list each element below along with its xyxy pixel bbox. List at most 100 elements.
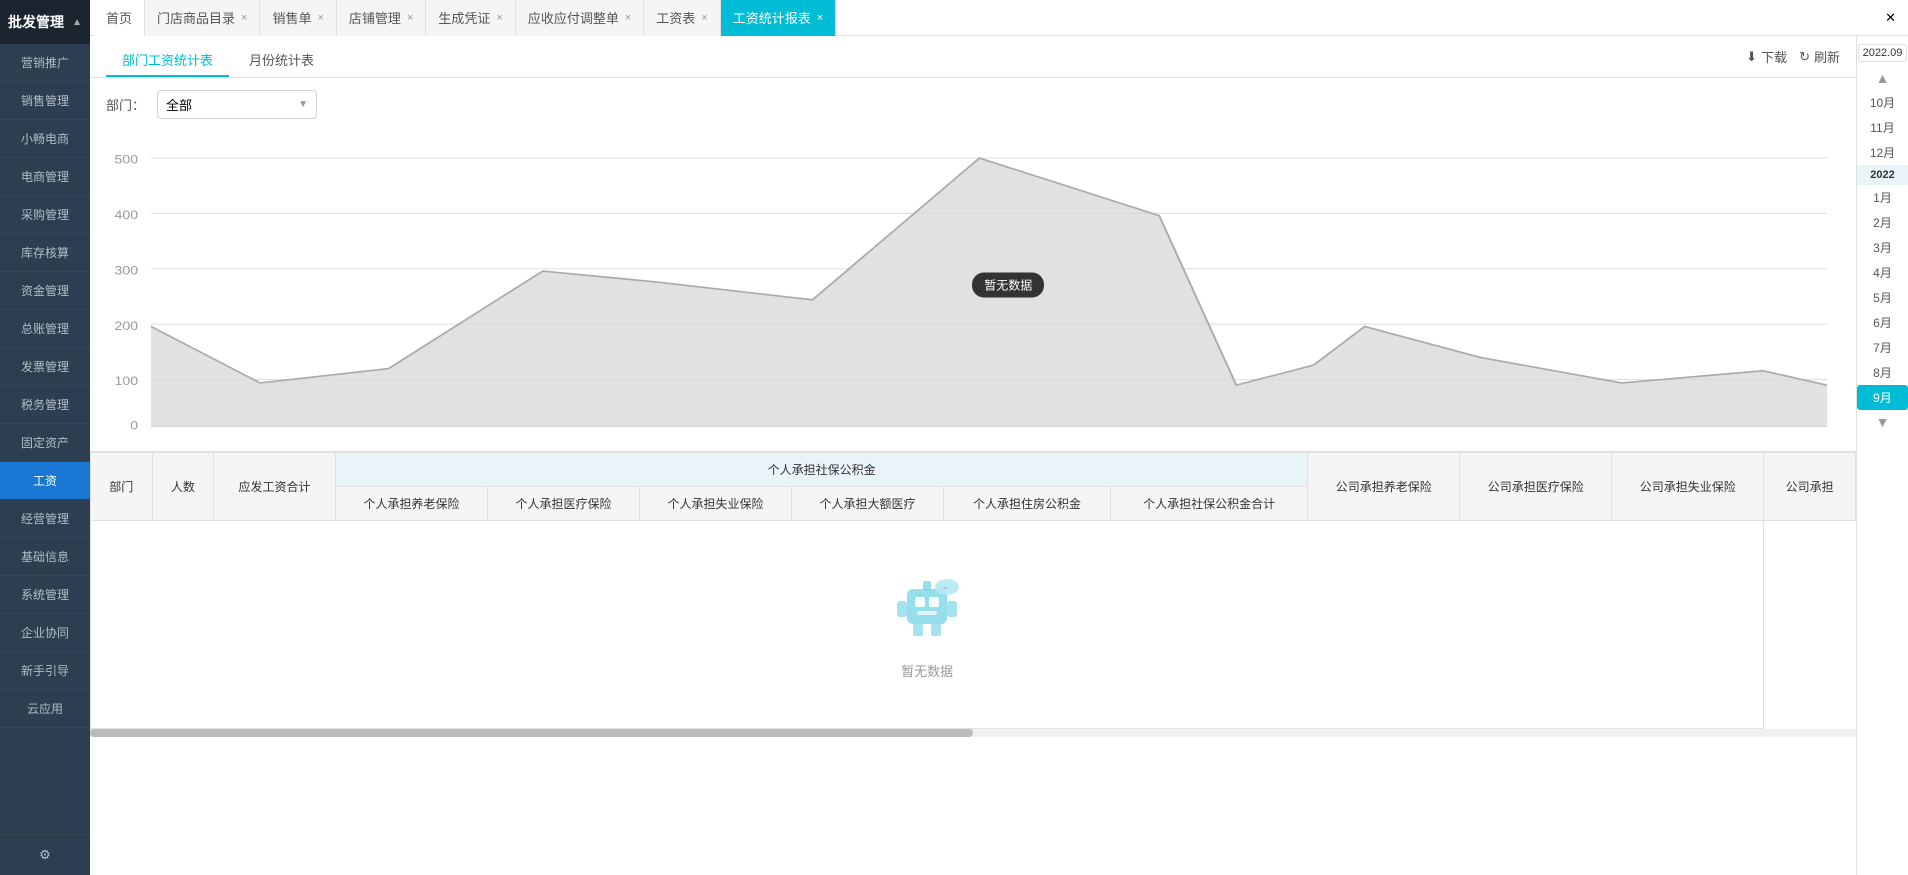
col-personal-housing: 个人承担住房公积金 [943, 487, 1110, 521]
tab-department-stats[interactable]: 部门工资统计表 [106, 44, 229, 77]
time-panel: 2022.09 ▲ 10月 11月 12月 2022 1月 2月 3月 4月 5… [1856, 36, 1908, 875]
col-company-other: 公司承担 [1764, 453, 1856, 521]
tab-close-5[interactable]: × [625, 12, 631, 24]
col-company-medical: 公司承担医疗保险 [1460, 453, 1612, 521]
sidebar-item-基础信息[interactable]: 基础信息 [0, 538, 90, 576]
refresh-icon: ↻ [1799, 49, 1810, 65]
sidebar-header[interactable]: 批发管理 ▲ [0, 0, 90, 44]
time-panel-up-btn[interactable]: ▲ [1871, 66, 1895, 90]
chart-no-data-tooltip: 暂无数据 [972, 272, 1044, 297]
sidebar-item-企业协同[interactable]: 企业协同 [0, 614, 90, 652]
sidebar-title: 批发管理 [8, 12, 64, 32]
sidebar-item-库存核算[interactable]: 库存核算 [0, 234, 90, 272]
main-area: 首页门店商品目录×销售单×店铺管理×生成凭证×应收应付调整单×工资表×工资统计报… [90, 0, 1908, 875]
tab-5[interactable]: 应收应付调整单× [516, 0, 644, 36]
tab-close-3[interactable]: × [407, 12, 413, 24]
svg-text:100: 100 [115, 374, 139, 388]
sidebar-item-云应用[interactable]: 云应用 [0, 690, 90, 728]
filter-row: 部门： 全部 ▼ [90, 78, 1856, 131]
year-2022-label[interactable]: 2022 [1857, 165, 1908, 185]
month-item-oct[interactable]: 10月 [1857, 90, 1908, 115]
dept-select[interactable]: 全部 ▼ [157, 90, 317, 119]
tab-close-6[interactable]: × [701, 12, 707, 24]
tab-7[interactable]: 工资统计报表× [721, 0, 836, 36]
sidebar-item-发票管理[interactable]: 发票管理 [0, 348, 90, 386]
month-item-sep[interactable]: 9月 [1857, 385, 1908, 410]
close-all-button[interactable]: ✕ [1877, 10, 1904, 26]
col-personal-group: 个人承担社保公积金 [335, 453, 1307, 487]
month-item-aug[interactable]: 8月 [1857, 360, 1908, 385]
table-area[interactable]: 部门 人数 应发工资合计 个人承担社保公积金 公司承担养老保险 公司承担医疗保险… [90, 451, 1856, 875]
tab-close-7[interactable]: × [817, 12, 823, 24]
month-item-may[interactable]: 5月 [1857, 285, 1908, 310]
col-personal-unemploy: 个人承担失业保险 [639, 487, 791, 521]
tab-monthly-stats[interactable]: 月份统计表 [233, 44, 330, 77]
month-item-jan[interactable]: 1月 [1857, 185, 1908, 210]
tab-close-1[interactable]: × [241, 12, 247, 24]
sidebar-item-固定资产[interactable]: 固定资产 [0, 424, 90, 462]
sidebar-item-采购管理[interactable]: 采购管理 [0, 196, 90, 234]
tab-1[interactable]: 门店商品目录× [145, 0, 260, 36]
dept-select-value: 全部 [166, 95, 192, 114]
sidebar-item-工资[interactable]: 工资 [0, 462, 90, 500]
col-headcount: 人数 [152, 453, 214, 521]
month-item-dec[interactable]: 12月 [1857, 140, 1908, 165]
tab-4[interactable]: 生成凭证× [426, 0, 515, 36]
sidebar-item-小畅电商[interactable]: 小畅电商 [0, 120, 90, 158]
month-item-jun[interactable]: 6月 [1857, 310, 1908, 335]
table-empty-row: ··· 暂无数据 [91, 521, 1856, 729]
month-item-nov[interactable]: 11月 [1857, 115, 1908, 140]
svg-text:500: 500 [115, 153, 139, 167]
empty-state: ··· 暂无数据 [103, 529, 1751, 720]
sidebar-item-总账管理[interactable]: 总账管理 [0, 310, 90, 348]
svg-text:0: 0 [130, 418, 138, 432]
refresh-button[interactable]: ↻ 刷新 [1799, 47, 1840, 66]
col-dept: 部门 [91, 453, 153, 521]
sidebar-item-经营管理[interactable]: 经营管理 [0, 500, 90, 538]
svg-text:200: 200 [115, 319, 139, 333]
data-table: 部门 人数 应发工资合计 个人承担社保公积金 公司承担养老保险 公司承担医疗保险… [90, 452, 1856, 729]
month-item-jul[interactable]: 7月 [1857, 335, 1908, 360]
current-year-label[interactable]: 2022.09 [1858, 44, 1908, 62]
download-icon: ⬇ [1746, 49, 1757, 65]
month-item-feb[interactable]: 2月 [1857, 210, 1908, 235]
svg-text:···: ··· [941, 585, 948, 592]
month-item-apr[interactable]: 4月 [1857, 260, 1908, 285]
sub-tabs: 部门工资统计表 月份统计表 [106, 44, 330, 77]
tab-0[interactable]: 首页 [94, 0, 145, 36]
tab-6[interactable]: 工资表× [644, 0, 720, 36]
tab-close-4[interactable]: × [496, 12, 502, 24]
horizontal-scrollbar[interactable] [90, 729, 1856, 737]
sidebar: 批发管理 ▲ 营销推广销售管理小畅电商电商管理采购管理库存核算资金管理总账管理发… [0, 0, 90, 875]
sidebar-settings-icon[interactable]: ⚙ [0, 834, 90, 875]
col-personal-total: 个人承担社保公积金合计 [1111, 487, 1308, 521]
col-company-pension: 公司承担养老保险 [1308, 453, 1460, 521]
close-all-icon: ✕ [1885, 10, 1896, 26]
dept-select-arrow: ▼ [298, 99, 308, 110]
sub-tab-bar: 部门工资统计表 月份统计表 ⬇ 下载 ↻ 刷新 [90, 36, 1856, 78]
tab-bar: 首页门店商品目录×销售单×店铺管理×生成凭证×应收应付调整单×工资表×工资统计报… [90, 0, 1908, 36]
time-panel-down-btn[interactable]: ▼ [1871, 410, 1895, 434]
sidebar-item-新手引导[interactable]: 新手引导 [0, 652, 90, 690]
sidebar-item-税务管理[interactable]: 税务管理 [0, 386, 90, 424]
col-total-salary: 应发工资合计 [214, 453, 336, 521]
content-area: 部门工资统计表 月份统计表 ⬇ 下载 ↻ 刷新 部门： [90, 36, 1908, 875]
tab-close-2[interactable]: × [317, 12, 323, 24]
scrollbar-thumb[interactable] [90, 729, 973, 737]
month-item-mar[interactable]: 3月 [1857, 235, 1908, 260]
col-personal-medical: 个人承担医疗保险 [487, 487, 639, 521]
sidebar-item-销售管理[interactable]: 销售管理 [0, 82, 90, 120]
sidebar-item-电商管理[interactable]: 电商管理 [0, 158, 90, 196]
col-personal-pension: 个人承担养老保险 [335, 487, 487, 521]
download-button[interactable]: ⬇ 下载 [1746, 47, 1787, 66]
tab-3[interactable]: 店铺管理× [337, 0, 426, 36]
sidebar-item-营销推广[interactable]: 营销推广 [0, 44, 90, 82]
sidebar-item-系统管理[interactable]: 系统管理 [0, 576, 90, 614]
col-company-unemploy: 公司承担失业保险 [1612, 453, 1764, 521]
svg-text:400: 400 [115, 208, 139, 222]
empty-state-icon: ··· [887, 569, 967, 649]
sidebar-collapse-icon: ▲ [72, 17, 82, 28]
tab-2[interactable]: 销售单× [260, 0, 336, 36]
sidebar-item-资金管理[interactable]: 资金管理 [0, 272, 90, 310]
download-label: 下载 [1761, 47, 1787, 66]
